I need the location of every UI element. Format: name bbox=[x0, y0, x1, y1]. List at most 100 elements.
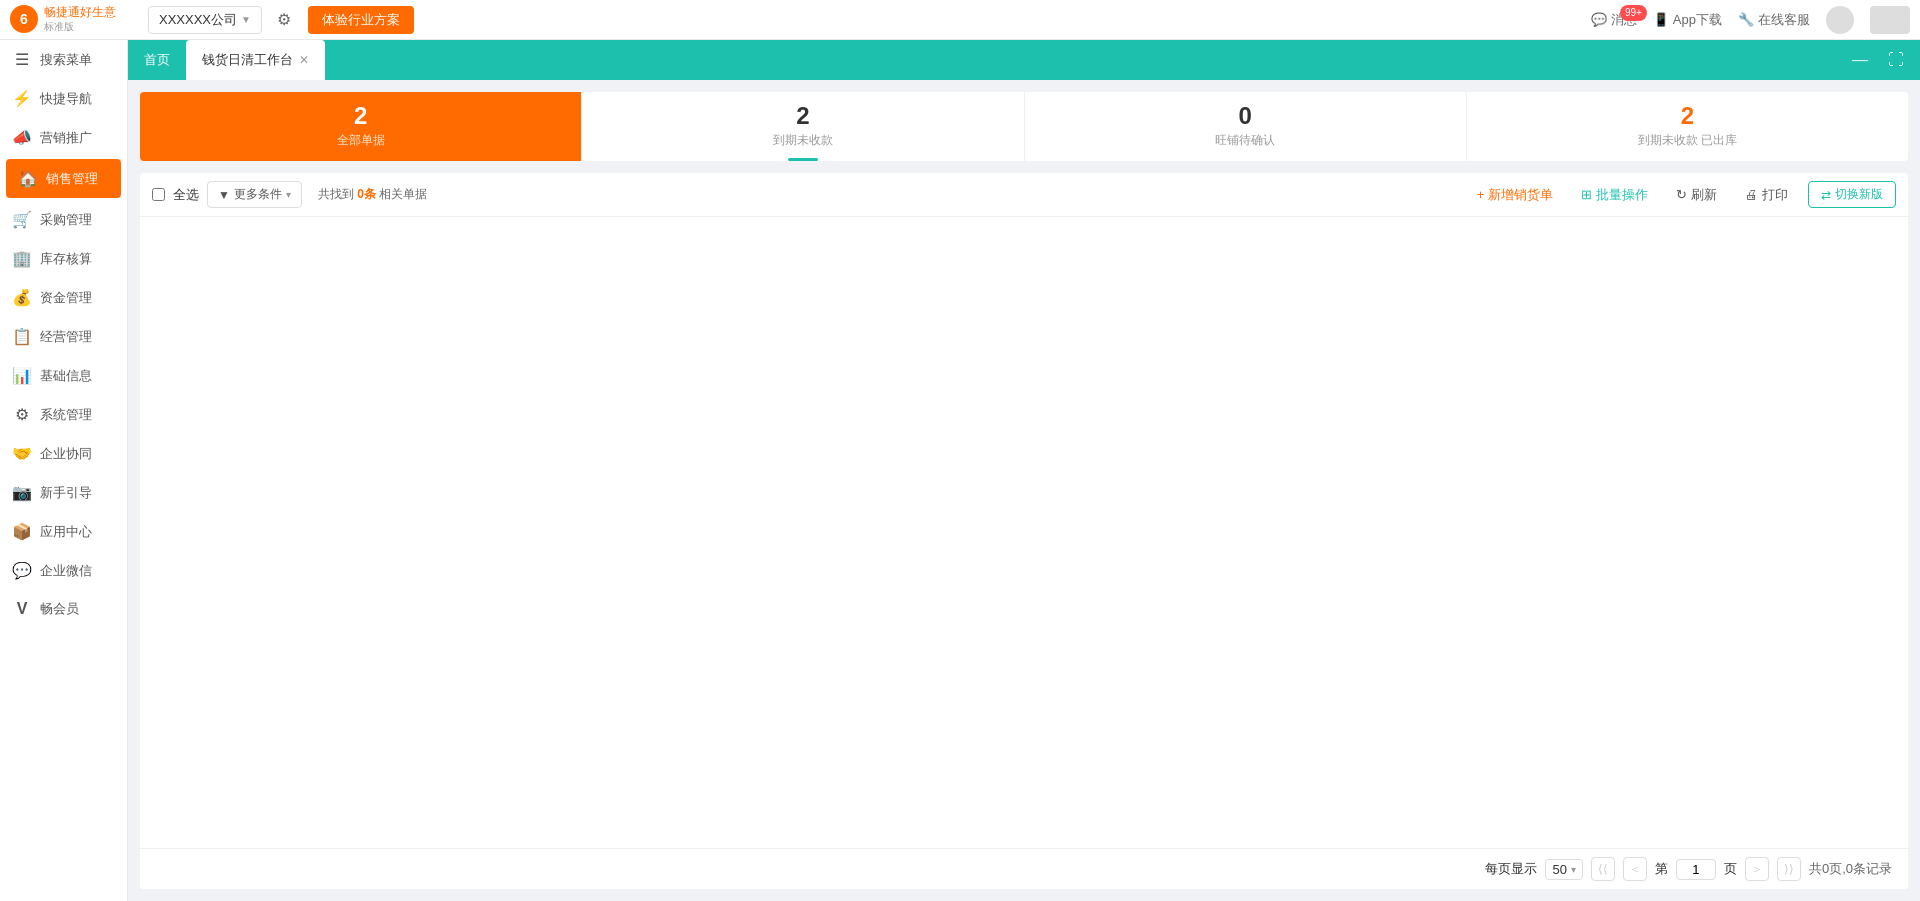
logo-sub: 标准版 bbox=[44, 20, 116, 34]
sidebar-item-system[interactable]: ⚙ 系统管理 bbox=[0, 395, 127, 434]
sidebar-item-search-menu[interactable]: ☰ 搜索菜单 bbox=[0, 40, 127, 79]
sidebar-item-marketing[interactable]: 📣 营销推广 bbox=[0, 118, 127, 157]
stat-card-pending-confirm[interactable]: 0 旺铺待确认 bbox=[1025, 92, 1467, 161]
message-badge: 99+ bbox=[1620, 5, 1647, 21]
expand-tab-icon[interactable]: ⛶ bbox=[1882, 46, 1910, 74]
stat-number-all: 2 bbox=[354, 104, 367, 128]
inventory-icon: 🏢 bbox=[12, 249, 32, 268]
finance-icon: 💰 bbox=[12, 288, 32, 307]
sidebar-label-cooperation: 企业协同 bbox=[40, 445, 92, 463]
add-sales-btn[interactable]: + 新增销货单 bbox=[1469, 182, 1561, 208]
sidebar-item-finance[interactable]: 💰 资金管理 bbox=[0, 278, 127, 317]
sidebar-label-wechat: 企业微信 bbox=[40, 562, 92, 580]
sidebar-label-search-menu: 搜索菜单 bbox=[40, 51, 92, 69]
sidebar-item-member[interactable]: V 畅会员 bbox=[0, 590, 127, 628]
select-all-checkbox[interactable] bbox=[152, 188, 165, 201]
sidebar-item-guide[interactable]: 📷 新手引导 bbox=[0, 473, 127, 512]
stat-number-pending-confirm: 0 bbox=[1238, 104, 1251, 128]
member-icon: V bbox=[12, 600, 32, 618]
per-page-label: 每页显示 bbox=[1485, 860, 1537, 878]
content-area: 2 全部单据 2 到期未收款 0 旺铺待确认 2 到期未收款 已出库 全选 bbox=[128, 80, 1920, 901]
online-service-btn[interactable]: 🔧 在线客服 bbox=[1738, 11, 1810, 29]
batch-btn[interactable]: ⊞ 批量操作 bbox=[1573, 182, 1656, 208]
wechat-icon: 💬 bbox=[12, 561, 32, 580]
close-tab-icon[interactable]: ✕ bbox=[299, 53, 309, 67]
print-label: 打印 bbox=[1762, 186, 1788, 204]
switch-icon: ⇄ bbox=[1821, 188, 1831, 202]
per-page-dropdown-icon: ▾ bbox=[1571, 864, 1576, 875]
refresh-btn[interactable]: ↻ 刷新 bbox=[1668, 182, 1725, 208]
logo-area: 6 畅捷通好生意 标准版 bbox=[10, 5, 138, 33]
phone-icon: 📱 bbox=[1653, 12, 1669, 27]
service-icon: 🔧 bbox=[1738, 12, 1754, 27]
chevron-down-icon: ▼ bbox=[241, 14, 251, 25]
company-name: XXXXXX公司 bbox=[159, 11, 237, 29]
marketing-icon: 📣 bbox=[12, 128, 32, 147]
tab-bar: 首页 钱货日清工作台 ✕ — ⛶ bbox=[128, 40, 1920, 80]
app-center-icon: 📦 bbox=[12, 522, 32, 541]
sidebar-label-basic-info: 基础信息 bbox=[40, 367, 92, 385]
company-selector[interactable]: XXXXXX公司 ▼ bbox=[148, 6, 262, 34]
stat-number-due-unshipped: 2 bbox=[1681, 104, 1694, 128]
tab-home[interactable]: 首页 bbox=[128, 40, 186, 80]
sidebar: ☰ 搜索菜单 ⚡ 快捷导航 📣 营销推广 🏠 销售管理 🛒 采购管理 🏢 库存核… bbox=[0, 40, 128, 901]
print-btn[interactable]: 🖨 打印 bbox=[1737, 182, 1796, 208]
tab-home-label: 首页 bbox=[144, 51, 170, 69]
page-input[interactable]: 1 bbox=[1676, 859, 1716, 880]
sidebar-label-purchase: 采购管理 bbox=[40, 211, 92, 229]
app-download-label: App下载 bbox=[1673, 11, 1722, 29]
sidebar-item-inventory[interactable]: 🏢 库存核算 bbox=[0, 239, 127, 278]
settings-icon[interactable]: ⚙ bbox=[270, 6, 298, 34]
basic-info-icon: 📊 bbox=[12, 366, 32, 385]
stat-underline bbox=[788, 158, 818, 161]
switch-version-btn[interactable]: ⇄ 切换新版 bbox=[1808, 181, 1896, 208]
select-all-label: 全选 bbox=[173, 186, 199, 204]
per-page-select[interactable]: 50 ▾ bbox=[1545, 859, 1582, 880]
last-page-btn[interactable]: ⟩⟩ bbox=[1777, 857, 1801, 881]
message-btn[interactable]: 💬 消息 99+ bbox=[1591, 11, 1637, 29]
sidebar-item-quick-nav[interactable]: ⚡ 快捷导航 bbox=[0, 79, 127, 118]
minimize-tab-icon[interactable]: — bbox=[1846, 46, 1874, 74]
sidebar-item-basic-info[interactable]: 📊 基础信息 bbox=[0, 356, 127, 395]
sidebar-item-purchase[interactable]: 🛒 采购管理 bbox=[0, 200, 127, 239]
user-name-area[interactable] bbox=[1870, 6, 1910, 34]
top-header: 6 畅捷通好生意 标准版 XXXXXX公司 ▼ ⚙ 体验行业方案 💬 消息 99… bbox=[0, 0, 1920, 40]
sidebar-label-sales: 销售管理 bbox=[46, 170, 98, 188]
search-menu-icon: ☰ bbox=[12, 50, 32, 69]
header-right: 💬 消息 99+ 📱 App下载 🔧 在线客服 bbox=[1591, 6, 1910, 34]
sidebar-item-sales[interactable]: 🏠 销售管理 bbox=[6, 159, 121, 198]
sidebar-label-operations: 经营管理 bbox=[40, 328, 92, 346]
print-icon: 🖨 bbox=[1745, 187, 1758, 202]
next-page-btn[interactable]: ＞ bbox=[1745, 857, 1769, 881]
filter-icon: ▼ bbox=[218, 188, 230, 202]
prev-page-btn[interactable]: ＜ bbox=[1623, 857, 1647, 881]
toolbar: 全选 ▼ 更多条件 ▾ 共找到 0条 相关单据 + 新增销货单 ⊞ 批量操作 bbox=[140, 173, 1908, 217]
sidebar-item-app-center[interactable]: 📦 应用中心 bbox=[0, 512, 127, 551]
sidebar-item-cooperation[interactable]: 🤝 企业协同 bbox=[0, 434, 127, 473]
sidebar-label-finance: 资金管理 bbox=[40, 289, 92, 307]
stat-label-all: 全部单据 bbox=[337, 132, 385, 149]
stat-card-due-unshipped[interactable]: 2 到期未收款 已出库 bbox=[1467, 92, 1908, 161]
app-download-btn[interactable]: 📱 App下载 bbox=[1653, 11, 1722, 29]
system-icon: ⚙ bbox=[12, 405, 32, 424]
batch-icon: ⊞ bbox=[1581, 187, 1592, 202]
filter-btn[interactable]: ▼ 更多条件 ▾ bbox=[207, 181, 302, 208]
found-count: 0条 bbox=[357, 187, 376, 201]
avatar[interactable] bbox=[1826, 6, 1854, 34]
tab-actions: — ⛶ bbox=[1846, 46, 1920, 74]
stat-label-pending-confirm: 旺铺待确认 bbox=[1215, 132, 1275, 149]
experience-btn[interactable]: 体验行业方案 bbox=[308, 6, 414, 34]
tab-workbench[interactable]: 钱货日清工作台 ✕ bbox=[186, 40, 325, 80]
filter-label: 更多条件 bbox=[234, 186, 282, 203]
first-page-btn[interactable]: ⟨⟨ bbox=[1591, 857, 1615, 881]
table-area bbox=[140, 217, 1908, 848]
per-page-value: 50 bbox=[1552, 862, 1566, 877]
sidebar-item-operations[interactable]: 📋 经营管理 bbox=[0, 317, 127, 356]
stat-card-all[interactable]: 2 全部单据 bbox=[140, 92, 582, 161]
refresh-label: 刷新 bbox=[1691, 186, 1717, 204]
stat-card-due-unpaid[interactable]: 2 到期未收款 bbox=[582, 92, 1024, 161]
stat-label-due-unshipped: 到期未收款 已出库 bbox=[1638, 132, 1737, 149]
sidebar-item-wechat[interactable]: 💬 企业微信 bbox=[0, 551, 127, 590]
refresh-icon: ↻ bbox=[1676, 187, 1687, 202]
toolbar-right: + 新增销货单 ⊞ 批量操作 ↻ 刷新 🖨 打印 ⇄ bbox=[1469, 181, 1896, 208]
